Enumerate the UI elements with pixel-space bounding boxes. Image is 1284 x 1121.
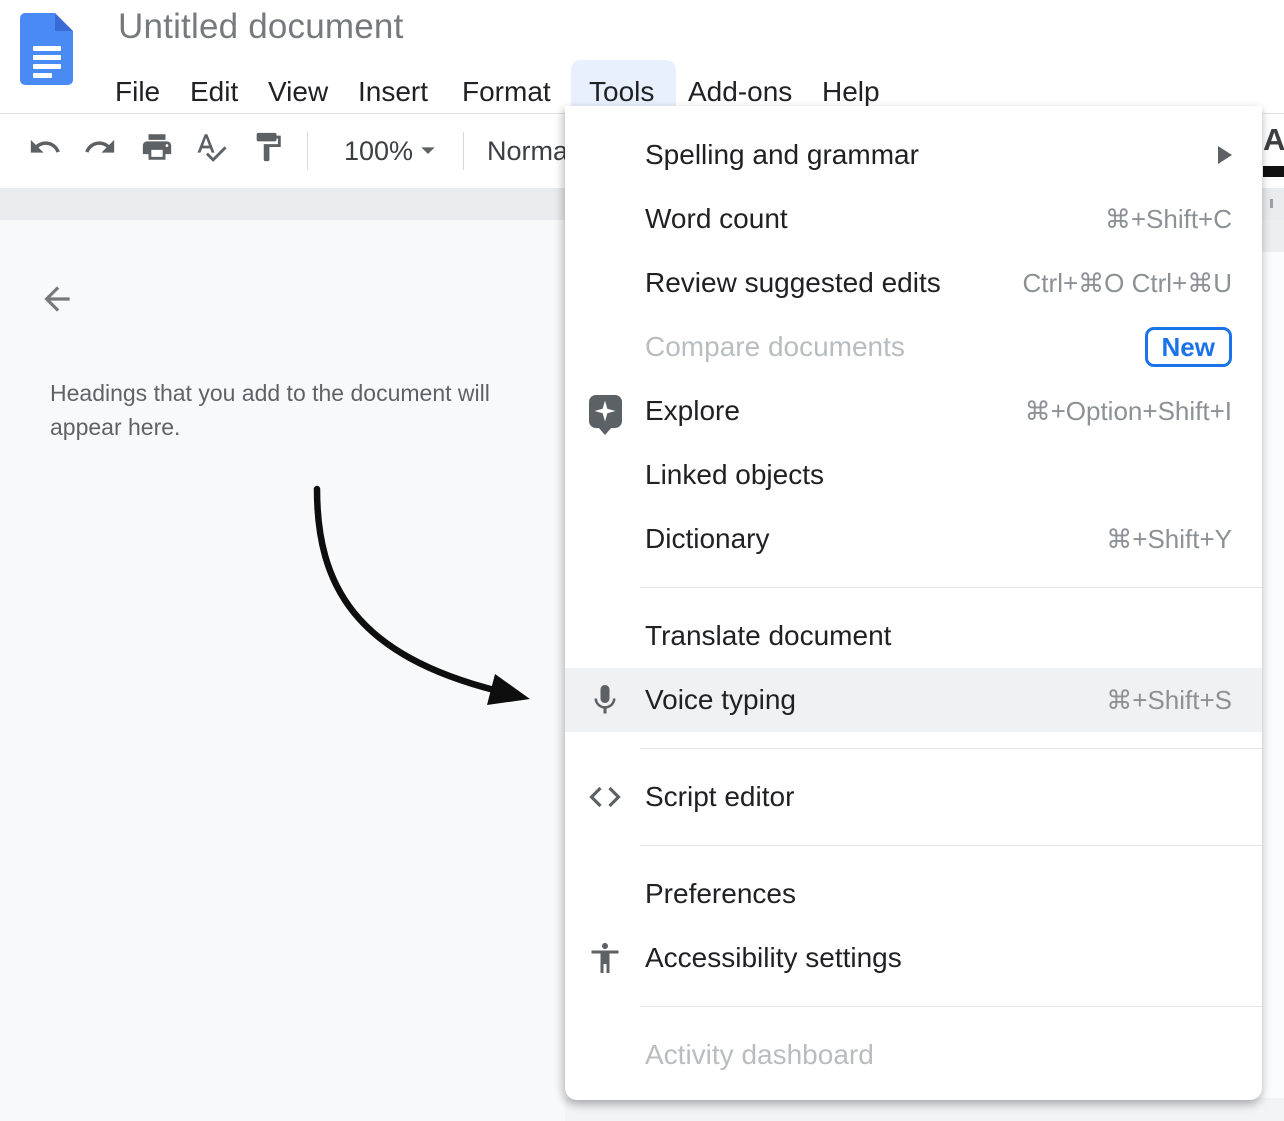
tools-dropdown-menu: Spelling and grammar Word count ⌘+Shift+C R… <box>565 106 1262 1100</box>
outline-hint-text: Headings that you add to the document wi… <box>50 376 515 444</box>
mic-icon <box>565 682 645 718</box>
menu-item-shortcut: Ctrl+⌘O Ctrl+⌘U <box>1023 268 1232 299</box>
menu-item-review-suggested-edits[interactable]: Review suggested edits Ctrl+⌘O Ctrl+⌘U <box>565 251 1262 315</box>
menu-item-word-count[interactable]: Word count ⌘+Shift+C <box>565 187 1262 251</box>
logo-fold <box>55 13 73 31</box>
menubar-item-edit[interactable]: Edit <box>190 74 238 110</box>
spellcheck-icon[interactable] <box>194 130 228 164</box>
menubar-item-view[interactable]: View <box>268 74 328 110</box>
menu-item-dictionary[interactable]: Dictionary ⌘+Shift+Y <box>565 507 1262 571</box>
menubar-item-add-ons[interactable]: Add-ons <box>688 74 792 110</box>
menu-item-label: Spelling and grammar <box>645 139 919 171</box>
menu-separator <box>640 587 1262 588</box>
menu-item-shortcut: ⌘+Option+Shift+I <box>1025 396 1232 427</box>
undo-icon[interactable] <box>28 130 62 164</box>
menu-item-label: Voice typing <box>645 684 796 716</box>
document-outline-panel: Headings that you add to the document wi… <box>0 220 565 1121</box>
menu-item-voice-typing[interactable]: Voice typing ⌘+Shift+S <box>565 668 1262 732</box>
text-color-button[interactable]: A <box>1263 122 1284 180</box>
ruler-tick <box>1270 199 1273 208</box>
menu-item-label: Review suggested edits <box>645 267 941 299</box>
accessibility-icon <box>565 940 645 976</box>
menu-item-label: Dictionary <box>645 523 769 555</box>
menubar-item-insert[interactable]: Insert <box>358 74 428 110</box>
menu-item-preferences[interactable]: Preferences <box>565 862 1262 926</box>
menu-item-label: Preferences <box>645 878 796 910</box>
back-arrow-button[interactable] <box>38 280 76 318</box>
menu-item-shortcut: ⌘+Shift+Y <box>1106 524 1232 555</box>
menu-item-linked-objects[interactable]: Linked objects <box>565 443 1262 507</box>
menu-item-label: Translate document <box>645 620 891 652</box>
menu-item-label: Compare documents <box>645 331 905 363</box>
paragraph-style-value[interactable]: Normal <box>487 136 574 167</box>
toolbar-divider <box>463 132 464 170</box>
menu-item-translate-document[interactable]: Translate document <box>565 604 1262 668</box>
submenu-arrow-icon <box>1218 146 1232 164</box>
text-color-letter: A <box>1263 122 1284 157</box>
menu-item-accessibility-settings[interactable]: Accessibility settings <box>565 926 1262 990</box>
zoom-level-value[interactable]: 100% <box>344 136 413 167</box>
canvas-background <box>565 1098 1284 1121</box>
menu-item-script-editor[interactable]: Script editor <box>565 765 1262 829</box>
menubar-item-file[interactable]: File <box>115 74 160 110</box>
toolbar-divider <box>307 132 308 170</box>
menu-item-shortcut: ⌘+Shift+S <box>1106 685 1232 716</box>
explore-icon <box>565 395 645 428</box>
code-icon <box>565 779 645 815</box>
paint-format-icon[interactable] <box>251 130 285 164</box>
menu-item-spelling-and-grammar[interactable]: Spelling and grammar <box>565 123 1262 187</box>
menu-item-label: Word count <box>645 203 788 235</box>
menu-item-shortcut: ⌘+Shift+C <box>1105 204 1232 235</box>
google-docs-window: Untitled document File Edit View Insert Form… <box>0 0 1284 1121</box>
logo-line <box>33 55 61 60</box>
redo-icon[interactable] <box>83 130 117 164</box>
menu-item-label: Accessibility settings <box>645 942 902 974</box>
document-edge-block <box>1262 220 1284 252</box>
menu-item-explore[interactable]: Explore ⌘+Option+Shift+I <box>565 379 1262 443</box>
menubar-item-help[interactable]: Help <box>822 74 880 110</box>
text-color-swatch <box>1263 166 1284 177</box>
logo-line <box>33 46 61 51</box>
menu-item-activity-dashboard: Activity dashboard <box>565 1023 1262 1087</box>
menu-separator <box>640 748 1262 749</box>
menu-item-label: Linked objects <box>645 459 824 491</box>
menubar-item-tools[interactable]: Tools <box>589 74 654 110</box>
print-icon[interactable] <box>140 130 174 164</box>
header: Untitled document File Edit View Insert Form… <box>0 0 1284 114</box>
menu-separator <box>640 845 1262 846</box>
new-badge: New <box>1145 327 1232 367</box>
document-title[interactable]: Untitled document <box>118 7 404 47</box>
google-docs-logo-icon[interactable] <box>20 13 73 85</box>
menu-item-label: Activity dashboard <box>645 1039 874 1071</box>
logo-line <box>33 64 61 69</box>
chevron-down-icon[interactable] <box>412 134 444 166</box>
menu-separator <box>640 1006 1262 1007</box>
menu-item-compare-documents: Compare documents New <box>565 315 1262 379</box>
logo-line <box>33 73 52 78</box>
menubar-item-format[interactable]: Format <box>462 74 551 110</box>
menu-item-label: Explore <box>645 395 740 427</box>
menu-item-label: Script editor <box>645 781 794 813</box>
